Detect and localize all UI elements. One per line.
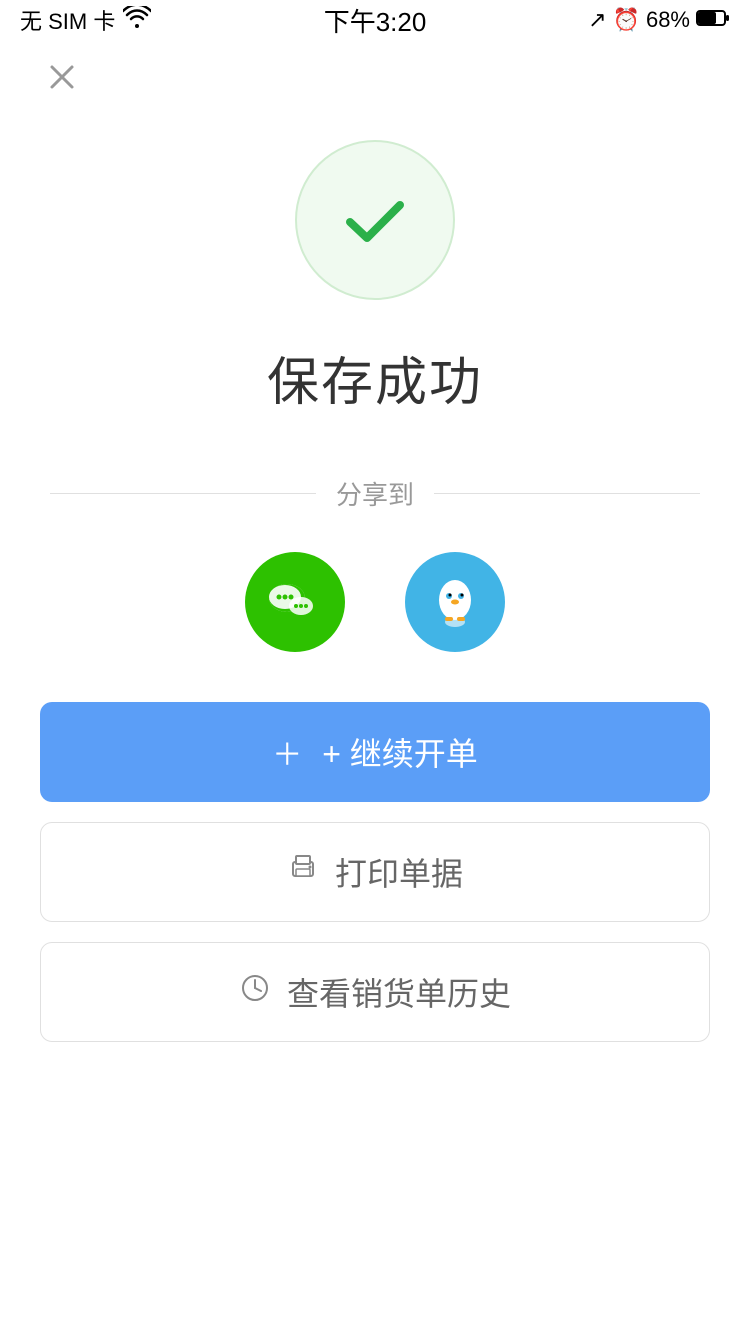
success-icon-circle bbox=[295, 140, 455, 300]
history-label: 查看销货单历史 bbox=[287, 969, 511, 1015]
success-title: 保存成功 bbox=[267, 340, 483, 415]
status-time: 下午3:20 bbox=[324, 2, 427, 39]
location-icon: ↗ bbox=[588, 7, 606, 33]
qq-share-button[interactable] bbox=[405, 552, 505, 652]
print-button[interactable]: 打印单据 bbox=[40, 822, 710, 922]
status-left: 无 SIM 卡 bbox=[20, 4, 151, 36]
share-icons-row bbox=[50, 552, 700, 652]
print-label: 打印单据 bbox=[335, 849, 463, 895]
close-button[interactable] bbox=[40, 55, 84, 99]
status-bar: 无 SIM 卡 下午3:20 ↗ ⏰ 68% bbox=[0, 0, 750, 40]
clock-icon bbox=[239, 972, 271, 1012]
battery-label: 68% bbox=[646, 7, 690, 33]
wechat-icon bbox=[265, 572, 325, 632]
share-divider: 分享到 bbox=[50, 475, 700, 512]
status-right: ↗ ⏰ 68% bbox=[588, 7, 730, 33]
continue-button[interactable]: ＋ + 继续开单 bbox=[40, 702, 710, 802]
history-button[interactable]: 查看销货单历史 bbox=[40, 942, 710, 1042]
share-label: 分享到 bbox=[336, 475, 414, 512]
main-content: 保存成功 分享到 bbox=[0, 40, 750, 1042]
action-buttons: ＋ + 继续开单 打印单据 bbox=[0, 702, 750, 1042]
checkmark-icon bbox=[335, 180, 415, 260]
printer-icon bbox=[287, 852, 319, 892]
divider-line-left bbox=[50, 493, 316, 494]
wifi-icon bbox=[123, 6, 151, 34]
continue-label: + 继续开单 bbox=[322, 729, 478, 775]
wechat-share-button[interactable] bbox=[245, 552, 345, 652]
battery-icon bbox=[696, 7, 730, 33]
alarm-icon: ⏰ bbox=[613, 7, 640, 33]
no-sim-label: 无 SIM 卡 bbox=[20, 4, 115, 36]
qq-icon bbox=[425, 572, 485, 632]
share-section: 分享到 bbox=[0, 475, 750, 652]
plus-icon: ＋ bbox=[272, 730, 302, 774]
divider-line-right bbox=[434, 493, 700, 494]
